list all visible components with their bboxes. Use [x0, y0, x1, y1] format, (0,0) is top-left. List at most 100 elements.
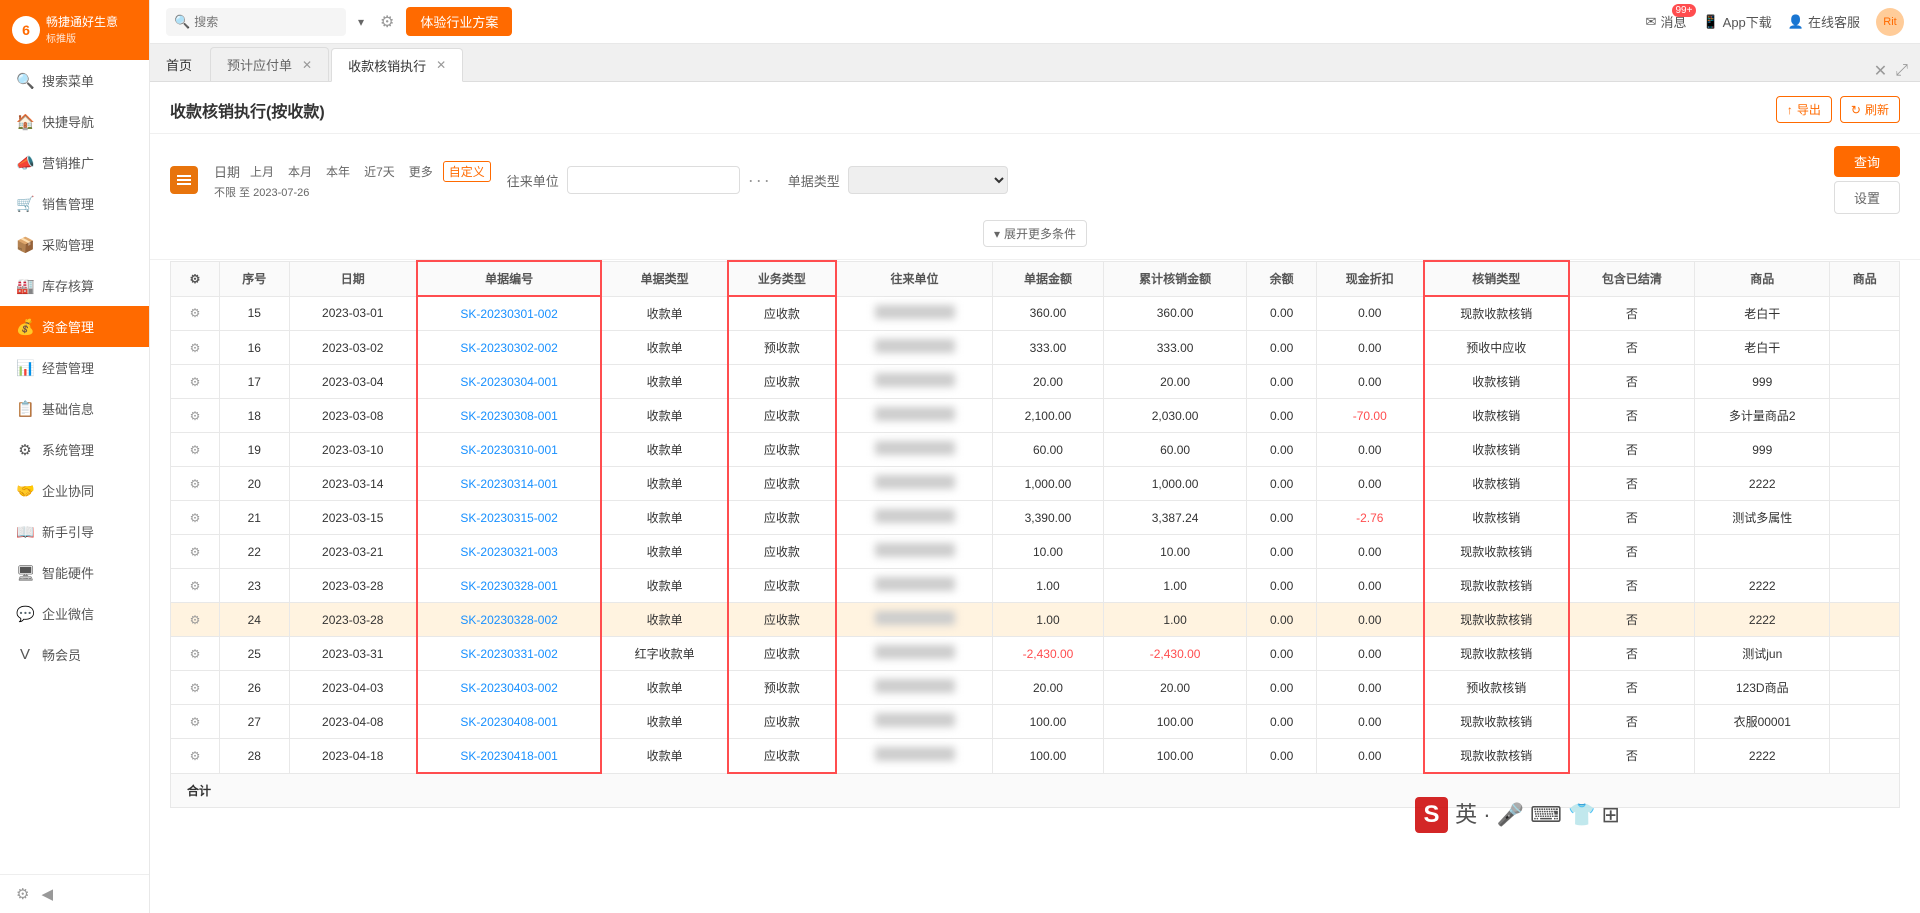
sidebar-item-fund[interactable]: 💰资金管理	[0, 306, 149, 347]
date-btn-more[interactable]: 更多	[405, 161, 437, 182]
bill-no-link[interactable]: SK-20230314-001	[460, 477, 557, 491]
sidebar-item-guide[interactable]: 📖新手引导	[0, 511, 149, 552]
cell-partner	[836, 365, 993, 399]
expand-icon[interactable]: ⤢	[1895, 62, 1908, 80]
cell-gear[interactable]: ⚙	[171, 365, 220, 399]
date-btn-custom[interactable]: 自定义	[443, 161, 491, 182]
bill-no-link[interactable]: SK-20230403-002	[460, 681, 557, 695]
bill-no-link[interactable]: SK-20230321-003	[460, 545, 557, 559]
sidebar-item-sales[interactable]: 🛒销售管理	[0, 183, 149, 224]
bill-no-link[interactable]: SK-20230302-002	[460, 341, 557, 355]
cell-gear[interactable]: ⚙	[171, 399, 220, 433]
online-service[interactable]: 👤 在线客服	[1788, 12, 1860, 31]
tab-pending[interactable]: 预计应付单 ✕	[210, 47, 329, 81]
partner-input[interactable]	[567, 166, 740, 194]
receipt-type-select[interactable]	[848, 166, 1008, 194]
sidebar-item-operation[interactable]: 📊经营管理	[0, 347, 149, 388]
cell-date: 2023-04-08	[289, 705, 417, 739]
sidebar-settings-icon[interactable]: ⚙	[16, 885, 29, 903]
tab-collection-close[interactable]: ✕	[436, 58, 446, 72]
user-avatar[interactable]: Rit	[1876, 8, 1904, 36]
sidebar-item-purchase[interactable]: 📦采购管理	[0, 224, 149, 265]
bill-no-link[interactable]: SK-20230418-001	[460, 749, 557, 763]
settings-btn[interactable]: 设置	[1834, 181, 1900, 214]
cell-gear[interactable]: ⚙	[171, 603, 220, 637]
sidebar-item-wechat[interactable]: 💬企业微信	[0, 593, 149, 634]
cell-gear[interactable]: ⚙	[171, 433, 220, 467]
cell-gear[interactable]: ⚙	[171, 569, 220, 603]
bill-no-link[interactable]: SK-20230301-002	[460, 307, 557, 321]
filter-toggle-btn[interactable]	[170, 166, 198, 194]
cell-cancel-type: 预收中应收	[1424, 331, 1569, 365]
search-input[interactable]	[194, 15, 314, 29]
cell-balance: 0.00	[1247, 296, 1316, 331]
date-btn-7days[interactable]: 近7天	[360, 161, 399, 182]
bill-no-link[interactable]: SK-20230408-001	[460, 715, 557, 729]
cell-num: 15	[220, 296, 289, 331]
date-btn-this-year[interactable]: 本年	[322, 161, 354, 182]
sidebar-item-quicknav[interactable]: 🏠快捷导航	[0, 101, 149, 142]
sidebar-item-inventory[interactable]: 🏭库存核算	[0, 265, 149, 306]
cell-biz-type: 应收款	[728, 705, 836, 739]
cell-gear[interactable]: ⚙	[171, 296, 220, 331]
app-icon: 📱	[1702, 14, 1718, 30]
cell-balance: 0.00	[1247, 569, 1316, 603]
sidebar-item-member[interactable]: V畅会员	[0, 634, 149, 675]
cell-bill-type: 收款单	[601, 671, 728, 705]
query-btn[interactable]: 查询	[1834, 146, 1900, 177]
cell-goods2	[1830, 569, 1900, 603]
date-btn-this-month[interactable]: 本月	[284, 161, 316, 182]
cell-gear[interactable]: ⚙	[171, 501, 220, 535]
bill-no-link[interactable]: SK-20230328-001	[460, 579, 557, 593]
cell-gear[interactable]: ⚙	[171, 671, 220, 705]
export-btn[interactable]: ↑ 导出	[1776, 96, 1832, 123]
sidebar-item-corp[interactable]: 🤝企业协同	[0, 470, 149, 511]
cell-incl-settled: 否	[1569, 603, 1695, 637]
tab-pending-close[interactable]: ✕	[302, 58, 312, 72]
sidebar-item-marketing[interactable]: 📣营销推广	[0, 142, 149, 183]
cell-gear[interactable]: ⚙	[171, 637, 220, 671]
sidebar-collapse-icon[interactable]: ◀	[41, 885, 53, 903]
tab-collection[interactable]: 收款核销执行 ✕	[331, 48, 463, 82]
date-btn-prev-month[interactable]: 上月	[246, 161, 278, 182]
cell-amount: 333.00	[993, 331, 1104, 365]
bill-no-link[interactable]: SK-20230304-001	[460, 375, 557, 389]
tab-home[interactable]: 首页	[150, 47, 208, 81]
cell-gear[interactable]: ⚙	[171, 467, 220, 501]
bill-no-link[interactable]: SK-20230328-002	[460, 613, 557, 627]
sidebar-item-basic[interactable]: 📋基础信息	[0, 388, 149, 429]
cell-discount: 0.00	[1316, 535, 1423, 569]
cell-goods2	[1830, 671, 1900, 705]
cell-balance: 0.00	[1247, 331, 1316, 365]
bill-no-link[interactable]: SK-20230331-002	[460, 647, 557, 661]
bill-no-link[interactable]: SK-20230310-001	[460, 443, 557, 457]
cell-gear[interactable]: ⚙	[171, 705, 220, 739]
cell-partner	[836, 535, 993, 569]
cell-gear[interactable]: ⚙	[171, 739, 220, 774]
cell-incl-settled: 否	[1569, 535, 1695, 569]
cell-gear[interactable]: ⚙	[171, 535, 220, 569]
cell-goods2	[1830, 637, 1900, 671]
sidebar-item-hardware[interactable]: 🖥智能硬件	[0, 552, 149, 593]
col-gear[interactable]: ⚙	[171, 261, 220, 296]
data-table: ⚙ 序号 日期 单据编号 单据类型 业务类型 往来单位 单据金额 累计核销金额 …	[170, 260, 1900, 808]
bill-no-link[interactable]: SK-20230308-001	[460, 409, 557, 423]
message-badge[interactable]: ✉ 消息 99+	[1646, 12, 1687, 31]
bill-no-link[interactable]: SK-20230315-002	[460, 511, 557, 525]
refresh-btn[interactable]: ↻ 刷新	[1840, 96, 1900, 123]
cell-partner	[836, 705, 993, 739]
sidebar-item-system[interactable]: ⚙系统管理	[0, 429, 149, 470]
close-all-icon[interactable]: ✕	[1874, 61, 1887, 81]
app-download[interactable]: 📱 App下载	[1702, 12, 1771, 31]
sidebar-item-search[interactable]: 🔍搜索菜单	[0, 60, 149, 101]
cell-gear[interactable]: ⚙	[171, 331, 220, 365]
industry-btn[interactable]: 体验行业方案	[406, 7, 512, 36]
topbar-search-box[interactable]: 🔍	[166, 8, 346, 36]
tabs-right-actions: ✕ ⤢	[1874, 61, 1920, 81]
cell-partner	[836, 331, 993, 365]
service-icon: 👤	[1788, 14, 1804, 30]
cell-incl-settled: 否	[1569, 365, 1695, 399]
topbar-gear-icon[interactable]: ⚙	[380, 12, 394, 32]
expand-more-btn[interactable]: ▾ 展开更多条件	[983, 220, 1087, 247]
topbar-dropdown[interactable]: ▾	[358, 15, 364, 29]
